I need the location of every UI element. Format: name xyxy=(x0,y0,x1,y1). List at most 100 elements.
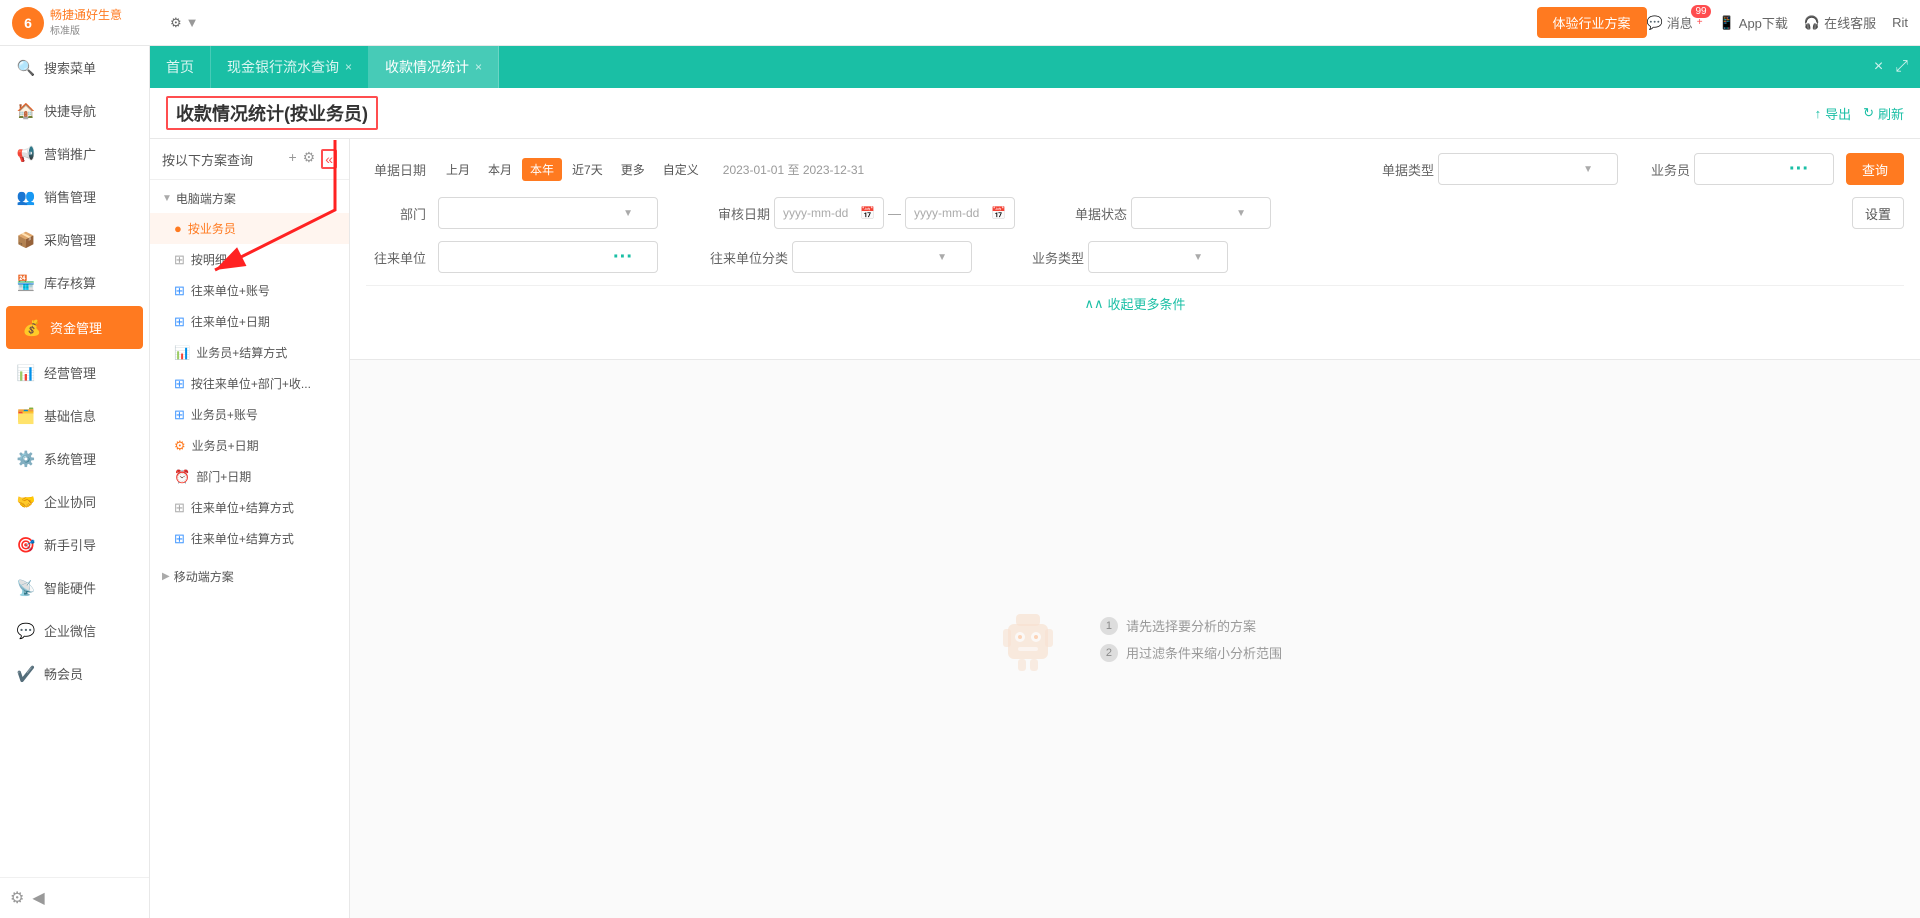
filter-doc-status-select[interactable]: ▼ xyxy=(1131,197,1271,229)
trial-button[interactable]: 体验行业方案 xyxy=(1537,7,1647,38)
tree-group-mobile: ▶ 移动端方案 xyxy=(150,558,349,595)
filter-dept-select[interactable]: ▼ xyxy=(438,197,658,229)
window-close-button[interactable]: × xyxy=(1874,58,1883,76)
panel-collapse-button[interactable]: « xyxy=(321,149,337,169)
app-download-icon: 📱 xyxy=(1719,15,1735,31)
sidebar-collapse-button[interactable]: ◀ xyxy=(32,888,44,908)
sidebar-item-member[interactable]: ✔️ 畅会员 xyxy=(0,652,149,695)
tree-item-salesperson-account[interactable]: ⊞ 业务员+账号 xyxy=(150,399,349,430)
tab-cash-bank[interactable]: 现金银行流水查询 × xyxy=(211,46,369,88)
tree-group-mobile-header[interactable]: ▶ 移动端方案 xyxy=(150,562,349,591)
sidebar-item-operations[interactable]: 📊 经营管理 xyxy=(0,351,149,394)
filter-counterparty-select[interactable]: ··· xyxy=(438,241,658,273)
empty-robot-illustration xyxy=(988,599,1068,679)
tab-cash-bank-close[interactable]: × xyxy=(345,60,352,74)
calendar-to-icon[interactable]: 📅 xyxy=(991,206,1006,220)
tree-group-desktop-header[interactable]: ▼ 电脑端方案 xyxy=(150,184,349,213)
sidebar-label-operations: 经营管理 xyxy=(44,363,96,382)
date-tab-last-month[interactable]: 上月 xyxy=(438,158,478,181)
refresh-button[interactable]: ↻ 刷新 xyxy=(1863,104,1904,123)
settings-icon[interactable]: ⚙ xyxy=(170,15,182,31)
panel-header-title: 按以下方案查询 xyxy=(162,150,253,169)
sidebar-item-corp-wechat[interactable]: 💬 企业微信 xyxy=(0,609,149,652)
sidebar-item-inventory[interactable]: 🏪 库存核算 xyxy=(0,261,149,304)
page-title: 收款情况统计(按业务员) xyxy=(166,96,378,130)
filter-counterparty-class-select[interactable]: ▼ xyxy=(792,241,972,273)
sidebar-label-basic-info: 基础信息 xyxy=(44,406,96,425)
filter-category-select[interactable]: ▼ xyxy=(1438,153,1618,185)
query-button[interactable]: 查询 xyxy=(1846,153,1904,185)
tree-item-counterparty-settlement1[interactable]: ⊞ 往来单位+结算方式 xyxy=(150,492,349,523)
sidebar-item-search-menu[interactable]: 🔍 搜索菜单 xyxy=(0,46,149,89)
filter-biz-type-select[interactable]: ▼ xyxy=(1088,241,1228,273)
logo-icon: 6 xyxy=(12,7,44,39)
panel-add-button[interactable]: + xyxy=(288,149,296,169)
tab-collection-stats-close[interactable]: × xyxy=(475,60,482,74)
tree-item-counterparty-account[interactable]: ⊞ 往来单位+账号 xyxy=(150,275,349,306)
date-tab-more[interactable]: 更多 xyxy=(613,158,653,181)
tree-item-dept-date[interactable]: ⏰ 部门+日期 xyxy=(150,461,349,492)
date-tab-this-year[interactable]: 本年 xyxy=(522,158,562,181)
sidebar-item-basic-info[interactable]: 🗂️ 基础信息 xyxy=(0,394,149,437)
tree-item-by-salesperson[interactable]: ● 按业务员 xyxy=(150,213,349,244)
counterparty-more-button[interactable]: ··· xyxy=(613,246,633,269)
tree-item-salesperson-date[interactable]: ⚙ 业务员+日期 xyxy=(150,430,349,461)
filter-review-date-to[interactable]: yyyy-mm-dd 📅 xyxy=(905,197,1015,229)
tree-item-counterparty-date[interactable]: ⊞ 往来单位+日期 xyxy=(150,306,349,337)
sidebar-label-sales: 销售管理 xyxy=(44,187,96,206)
tree-item-ss-label: 业务员+结算方式 xyxy=(196,344,287,361)
tree-item-cd-icon: ⊞ xyxy=(174,314,185,330)
window-maximize-button[interactable]: ⤢ xyxy=(1895,58,1908,76)
sidebar-label-corp-coop: 企业协同 xyxy=(44,492,96,511)
empty-tip-1: 1 请先选择要分析的方案 xyxy=(1100,616,1282,635)
tree-item-counterparty-settlement2[interactable]: ⊞ 往来单位+结算方式 xyxy=(150,523,349,554)
sidebar-item-smart-hw[interactable]: 📡 智能硬件 xyxy=(0,566,149,609)
quick-nav-icon: 🏠 xyxy=(16,102,36,120)
sidebar-item-purchase[interactable]: 📦 采购管理 xyxy=(0,218,149,261)
filter-review-date-label: 审核日期 xyxy=(710,204,770,223)
top-right-area: 💬 消息 99 + 📱 App下载 🎧 在线客服 Rit xyxy=(1647,13,1908,32)
sidebar-label-finance: 资金管理 xyxy=(50,318,102,337)
empty-state: 1 请先选择要分析的方案 2 用过滤条件来缩小分析范围 xyxy=(988,599,1282,679)
tree-item-cs2-label: 往来单位+结算方式 xyxy=(191,530,294,547)
tree-mobile-expand-icon: ▶ xyxy=(162,571,170,582)
tree-item-ccd-icon: ⊞ xyxy=(174,376,185,392)
sidebar-item-finance[interactable]: 💰 资金管理 xyxy=(6,306,143,349)
sidebar-item-corp-coop[interactable]: 🤝 企业协同 xyxy=(0,480,149,523)
sidebar: 🔍 搜索菜单 🏠 快捷导航 📢 营销推广 👥 销售管理 📦 采购管理 🏪 库存核… xyxy=(0,46,150,918)
sidebar-item-marketing[interactable]: 📢 营销推广 xyxy=(0,132,149,175)
sidebar-item-sales[interactable]: 👥 销售管理 xyxy=(0,175,149,218)
tree-item-by-detail[interactable]: ⊞ 按明细 xyxy=(150,244,349,275)
counterparty-class-chevron: ▼ xyxy=(937,252,947,263)
operations-icon: 📊 xyxy=(16,364,36,382)
dropdown-icon[interactable]: ▼ xyxy=(186,15,199,30)
message-button[interactable]: 💬 消息 99 + xyxy=(1647,13,1703,32)
user-name: Rit xyxy=(1892,15,1908,30)
sidebar-item-newcomer[interactable]: 🎯 新手引导 xyxy=(0,523,149,566)
tree-item-salesperson-settlement[interactable]: 📊 业务员+结算方式 xyxy=(150,337,349,368)
settings-button[interactable]: 设置 xyxy=(1852,197,1904,229)
collapse-more-button[interactable]: ∧∧ 收起更多条件 xyxy=(366,285,1904,321)
tab-home[interactable]: 首页 xyxy=(150,46,211,88)
online-service-button[interactable]: 🎧 在线客服 xyxy=(1804,13,1876,32)
salesperson-more-button[interactable]: ··· xyxy=(1789,158,1809,181)
export-button[interactable]: ↑ 导出 xyxy=(1815,104,1852,123)
date-tab-this-month[interactable]: 本月 xyxy=(480,158,520,181)
tree-item-ca-label: 往来单位+账号 xyxy=(191,282,270,299)
date-tab-custom[interactable]: 自定义 xyxy=(655,158,707,181)
doc-status-chevron: ▼ xyxy=(1236,208,1246,219)
calendar-from-icon[interactable]: 📅 xyxy=(860,206,875,220)
tree-item-counterparty-dept[interactable]: ⊞ 按往来单位+部门+收... xyxy=(150,368,349,399)
date-tab-7days[interactable]: 近7天 xyxy=(564,158,611,181)
export-icon: ↑ xyxy=(1815,106,1822,121)
sidebar-bottom: ⚙ ◀ xyxy=(0,877,149,918)
tab-collection-stats[interactable]: 收款情况统计 × xyxy=(369,46,499,88)
logo-area: 6 畅捷通好生意 标准版 xyxy=(12,7,162,39)
sidebar-item-quick-nav[interactable]: 🏠 快捷导航 xyxy=(0,89,149,132)
sidebar-settings-button[interactable]: ⚙ xyxy=(10,888,24,908)
panel-gear-button[interactable]: ⚙ xyxy=(303,149,316,169)
app-download-button[interactable]: 📱 App下载 xyxy=(1719,13,1788,32)
filter-review-date-from[interactable]: yyyy-mm-dd 📅 xyxy=(774,197,884,229)
sidebar-item-system[interactable]: ⚙️ 系统管理 xyxy=(0,437,149,480)
filter-salesperson-select[interactable]: ··· xyxy=(1694,153,1834,185)
